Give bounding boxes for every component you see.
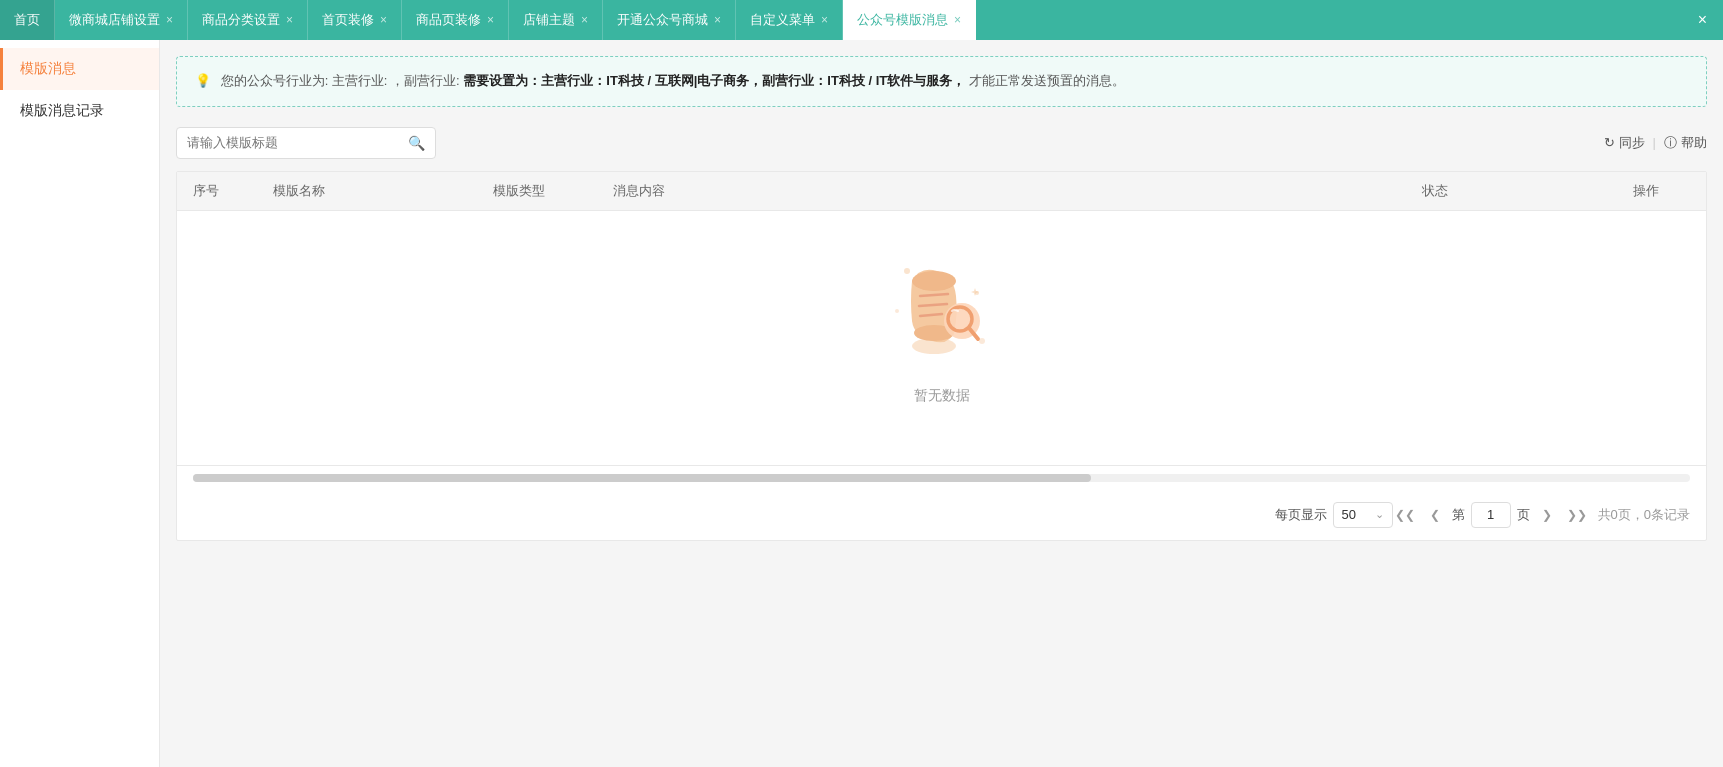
page-navigation: ❮❮ ❮ 第 页 ❯ ❯❯	[1392, 502, 1590, 528]
col-header-name: 模版名称	[257, 172, 477, 210]
page-size-select[interactable]: 50 20 100	[1333, 502, 1393, 528]
tab-home-decoration-label: 首页装修	[322, 11, 374, 29]
data-table: 序号 模版名称 模版类型 消息内容 状态 操作	[176, 171, 1707, 541]
tab-product-decoration[interactable]: 商品页装修 ×	[402, 0, 509, 40]
info-banner: 💡 您的公众号行业为: 主营行业: ，副营行业: 需要设置为：主营行业：IT科技…	[176, 56, 1707, 107]
prev-page-button[interactable]: ❮	[1422, 502, 1448, 528]
scrollbar-thumb[interactable]	[193, 474, 1091, 482]
tab-custom-menu-label: 自定义菜单	[750, 11, 815, 29]
tab-store-theme-close[interactable]: ×	[581, 13, 588, 27]
col-header-type: 模版类型	[477, 172, 597, 210]
scrollbar-track[interactable]	[193, 474, 1690, 482]
tab-custom-menu-close[interactable]: ×	[821, 13, 828, 27]
tab-open-wechat-mall[interactable]: 开通公众号商城 ×	[603, 0, 736, 40]
tab-category-settings[interactable]: 商品分类设置 ×	[188, 0, 308, 40]
empty-illustration	[882, 251, 1002, 371]
svg-point-1	[912, 271, 956, 291]
first-page-button[interactable]: ❮❮	[1392, 502, 1418, 528]
tab-home[interactable]: 首页	[0, 0, 55, 40]
empty-text: 暂无数据	[914, 387, 970, 405]
scrollbar-area	[177, 465, 1706, 490]
per-page-label: 每页显示	[1275, 506, 1327, 524]
search-icon[interactable]: 🔍	[408, 135, 425, 151]
col-header-status: 状态	[1406, 172, 1586, 210]
col-header-action: 操作	[1586, 172, 1706, 210]
tab-open-wechat-mall-close[interactable]: ×	[714, 13, 721, 27]
tab-product-decoration-close[interactable]: ×	[487, 13, 494, 27]
sync-label: 同步	[1619, 134, 1645, 152]
page-label: 页	[1517, 506, 1530, 524]
tab-template-message-close[interactable]: ×	[954, 13, 961, 27]
sync-icon: ↻	[1604, 135, 1615, 150]
tab-bar: 首页 微商城店铺设置 × 商品分类设置 × 首页装修 × 商品页装修 × 店铺主…	[0, 0, 1723, 40]
banner-highlight-text: 需要设置为：主营行业：IT科技 / 互联网|电子商务，副营行业：IT科技 / I…	[463, 73, 965, 88]
tab-template-message-label: 公众号模版消息	[857, 11, 948, 29]
empty-state: 暂无数据	[177, 211, 1706, 465]
tab-product-decoration-label: 商品页装修	[416, 11, 481, 29]
banner-icon: 💡	[195, 73, 211, 88]
svg-point-12	[979, 338, 985, 344]
banner-prefix-text: 您的公众号行业为: 主营行业: ，副营行业:	[221, 73, 460, 88]
page-di-label: 第	[1452, 506, 1465, 524]
last-page-button[interactable]: ❯❯	[1564, 502, 1590, 528]
page-number-input[interactable]	[1471, 502, 1511, 528]
content-area: 💡 您的公众号行业为: 主营行业: ，副营行业: 需要设置为：主营行业：IT科技…	[160, 40, 1723, 767]
col-header-seq: 序号	[177, 172, 257, 210]
page-size-wrap: 每页显示 50 20 100 ⌄	[1275, 502, 1384, 528]
col-header-content: 消息内容	[597, 172, 1406, 210]
total-info: 共0页，0条记录	[1598, 506, 1690, 524]
toolbar-right: ↻ 同步 | ⓘ 帮助	[1604, 134, 1707, 152]
page-input-wrap: 第 页	[1452, 502, 1530, 528]
help-label: 帮助	[1681, 134, 1707, 152]
sidebar-item-template-message[interactable]: 模版消息	[0, 48, 159, 90]
tab-category-settings-label: 商品分类设置	[202, 11, 280, 29]
tab-custom-menu[interactable]: 自定义菜单 ×	[736, 0, 843, 40]
tab-shop-settings[interactable]: 微商城店铺设置 ×	[55, 0, 188, 40]
tab-category-settings-close[interactable]: ×	[286, 13, 293, 27]
sync-button[interactable]: ↻ 同步	[1604, 134, 1645, 152]
tab-open-wechat-mall-label: 开通公众号商城	[617, 11, 708, 29]
tab-home-decoration-close[interactable]: ×	[380, 13, 387, 27]
toolbar-divider: |	[1653, 135, 1656, 150]
table-header: 序号 模版名称 模版类型 消息内容 状态 操作	[177, 172, 1706, 211]
search-bar: 🔍 ↻ 同步 | ⓘ 帮助	[176, 127, 1707, 159]
svg-point-9	[904, 268, 910, 274]
search-input[interactable]	[187, 135, 408, 150]
tab-home-decoration[interactable]: 首页装修 ×	[308, 0, 402, 40]
tab-shop-settings-close[interactable]: ×	[166, 13, 173, 27]
help-icon: ⓘ	[1664, 134, 1677, 152]
search-input-wrap: 🔍	[176, 127, 436, 159]
banner-suffix-text: 才能正常发送预置的消息。	[969, 73, 1125, 88]
tab-shop-settings-label: 微商城店铺设置	[69, 11, 160, 29]
pagination: 每页显示 50 20 100 ⌄ ❮❮ ❮ 第	[177, 490, 1706, 540]
tab-home-label: 首页	[14, 11, 40, 29]
sidebar-item-template-message-log-label: 模版消息记录	[20, 102, 104, 118]
next-page-button[interactable]: ❯	[1534, 502, 1560, 528]
help-button[interactable]: ⓘ 帮助	[1664, 134, 1707, 152]
sidebar: 模版消息 模版消息记录	[0, 40, 160, 767]
tab-store-theme[interactable]: 店铺主题 ×	[509, 0, 603, 40]
sidebar-item-template-message-label: 模版消息	[20, 60, 76, 76]
main-layout: 模版消息 模版消息记录 💡 您的公众号行业为: 主营行业: ，副营行业: 需要设…	[0, 40, 1723, 767]
tab-bar-close-all[interactable]: ×	[1682, 0, 1723, 40]
sidebar-item-template-message-log[interactable]: 模版消息记录	[0, 90, 159, 132]
svg-point-11	[895, 309, 899, 313]
tab-template-message[interactable]: 公众号模版消息 ×	[843, 0, 976, 40]
tab-store-theme-label: 店铺主题	[523, 11, 575, 29]
